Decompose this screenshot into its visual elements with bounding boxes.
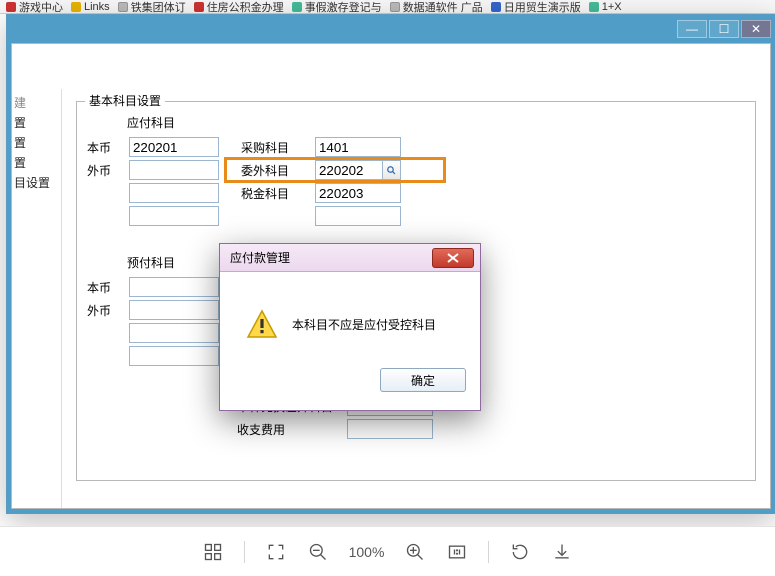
dialog-title: 应付款管理	[230, 249, 290, 266]
sidebar-item-4[interactable]: 目设置	[14, 173, 59, 193]
one-to-one-icon	[447, 542, 467, 562]
outsource-lookup-button[interactable]	[383, 160, 401, 180]
window-minimize-button[interactable]: —	[677, 20, 707, 38]
input-prepay-blank2[interactable]	[129, 346, 219, 366]
sidebar-item-1[interactable]: 置	[14, 113, 59, 133]
tab-7[interactable]: 1+X	[587, 1, 624, 13]
zoom-in-icon	[405, 542, 425, 562]
label-rmb-2: 本币	[87, 279, 129, 296]
app-window: — ☐ ✕ 建 置 置 置 目设置 基本科目设置 应付科目	[6, 14, 775, 514]
separator	[244, 541, 245, 563]
label-outsource: 委外科目	[241, 162, 315, 179]
zoom-out-icon	[308, 542, 328, 562]
input-prepay-blank1[interactable]	[129, 323, 219, 343]
fullscreen-icon	[266, 542, 286, 562]
ap-right-col: 采购科目 委外科目 税金科目	[241, 135, 401, 228]
sidebar-item-0[interactable]: 建	[14, 93, 59, 113]
close-icon	[446, 253, 460, 263]
download-button[interactable]	[551, 541, 573, 563]
input-tax[interactable]	[315, 183, 401, 203]
tab-3[interactable]: 住房公积金办理	[192, 0, 286, 14]
input-purchase[interactable]	[315, 137, 401, 157]
label-rmb: 本币	[87, 139, 129, 156]
input-prepay-fc[interactable]	[129, 300, 219, 320]
input-fee[interactable]	[347, 419, 433, 439]
input-prepay-rmb[interactable]	[129, 277, 219, 297]
actual-size-button[interactable]	[446, 541, 468, 563]
grid-icon	[203, 542, 223, 562]
tab-2[interactable]: 铁集团体订	[116, 0, 188, 14]
label-fc: 外币	[87, 162, 129, 179]
rotate-button[interactable]	[509, 541, 531, 563]
window-maximize-button[interactable]: ☐	[709, 20, 739, 38]
label-tax: 税金科目	[241, 185, 315, 202]
tab-1[interactable]: Links	[69, 1, 112, 13]
section-ap: 应付科目	[127, 114, 745, 131]
sidebar-item-2[interactable]: 置	[14, 133, 59, 153]
label-fee: 收支费用	[237, 421, 347, 438]
tab-4[interactable]: 事假激存登记与	[290, 0, 384, 14]
sidebar-item-3[interactable]: 置	[14, 153, 59, 173]
sidebar: 建 置 置 置 目设置	[12, 89, 62, 508]
ap-left-col: 本币 外币	[87, 135, 237, 228]
zoom-level: 100%	[349, 544, 385, 560]
tab-6[interactable]: 日用贸生演示版	[489, 0, 583, 14]
input-hidden1[interactable]	[315, 206, 401, 226]
grid-view-button[interactable]	[202, 541, 224, 563]
label-purchase: 采购科目	[241, 139, 315, 156]
fieldset-legend: 基本科目设置	[85, 92, 165, 109]
prepay-left-col: 本币 外币	[87, 275, 237, 368]
download-icon	[552, 542, 572, 562]
separator	[488, 541, 489, 563]
warning-icon	[246, 308, 278, 340]
input-ap-fc[interactable]	[129, 160, 219, 180]
input-ap-blank1[interactable]	[129, 183, 219, 203]
viewer-toolbar: 100%	[0, 526, 775, 576]
rotate-icon	[510, 542, 530, 562]
zoom-in-button[interactable]	[404, 541, 426, 563]
tab-0[interactable]: 游戏中心	[4, 0, 65, 14]
dialog-message: 本科目不应是应付受控科目	[292, 316, 436, 333]
dialog-titlebar: 应付款管理	[220, 244, 480, 272]
zoom-out-button[interactable]	[307, 541, 329, 563]
fullscreen-button[interactable]	[265, 541, 287, 563]
browser-tabstrip: 游戏中心 Links 铁集团体订 住房公积金办理 事假激存登记与 数据通软件 广…	[0, 0, 775, 14]
tab-5[interactable]: 数据通软件 广品	[388, 0, 485, 14]
dialog-close-button[interactable]	[432, 248, 474, 268]
input-ap-rmb[interactable]	[129, 137, 219, 157]
input-ap-blank2[interactable]	[129, 206, 219, 226]
search-icon	[386, 165, 397, 176]
window-close-button[interactable]: ✕	[741, 20, 771, 38]
input-outsource[interactable]	[315, 160, 383, 180]
app-titlebar: — ☐ ✕	[7, 15, 775, 43]
alert-dialog: 应付款管理 本科目不应是应付受控科目 确定	[219, 243, 481, 411]
dialog-ok-button[interactable]: 确定	[380, 368, 466, 392]
label-fc-2: 外币	[87, 302, 129, 319]
